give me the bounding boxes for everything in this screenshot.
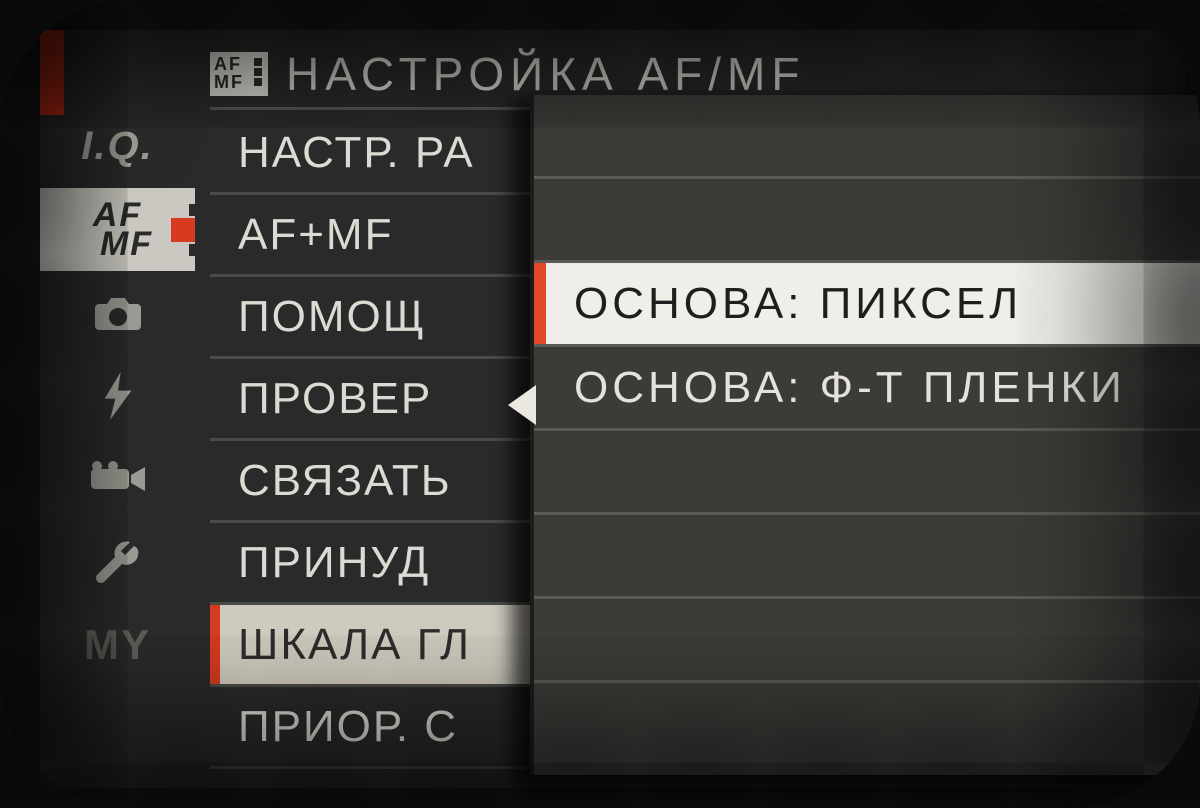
sidebar-item-iq[interactable]: I.Q. (40, 105, 195, 188)
popup-row-blank (534, 515, 1200, 599)
lcd-screen: AF MF НАСТРОЙКА AF/MF I.Q. AF MF (40, 30, 1185, 788)
flash-icon (101, 372, 135, 420)
option-pixel-basis[interactable]: ОСНОВА: ПИКСЕЛ (534, 263, 1200, 347)
sidebar-item-shooting[interactable] (40, 271, 195, 354)
sidebar-item-flash[interactable] (40, 354, 195, 437)
sidebar-item-afmf[interactable]: AF MF (40, 188, 195, 271)
wrench-icon (94, 538, 142, 586)
popup-row-blank (534, 179, 1200, 263)
camera-icon (93, 294, 143, 332)
popup-row-blank (534, 683, 1200, 767)
sidebar-item-my[interactable]: MY (40, 603, 195, 686)
sidebar-item-movie[interactable] (40, 437, 195, 520)
popup-row-blank (534, 599, 1200, 683)
my-icon: MY (84, 621, 151, 669)
iq-icon: I.Q. (81, 124, 153, 169)
chevron-left-icon (508, 385, 536, 425)
category-sidebar: I.Q. AF MF (40, 105, 195, 686)
popup-row-blank (534, 95, 1200, 179)
afmf-icon: AF MF (210, 52, 268, 96)
header-icon-line1: AF (214, 56, 242, 73)
afmf-icon: AF MF (82, 201, 153, 259)
popup-row-blank (534, 431, 1200, 515)
header-icon-line2: MF (214, 74, 244, 91)
submenu-popup: ОСНОВА: ПИКСЕЛ ОСНОВА: Ф-Т ПЛЕНКИ (530, 95, 1200, 775)
movie-icon (91, 461, 145, 497)
option-film-format-basis[interactable]: ОСНОВА: Ф-Т ПЛЕНКИ (534, 347, 1200, 431)
active-tab-indicator (40, 30, 64, 115)
sidebar-item-setup[interactable] (40, 520, 195, 603)
camera-bezel: AF MF НАСТРОЙКА AF/MF I.Q. AF MF (0, 0, 1200, 808)
page-title: НАСТРОЙКА AF/MF (286, 47, 805, 101)
